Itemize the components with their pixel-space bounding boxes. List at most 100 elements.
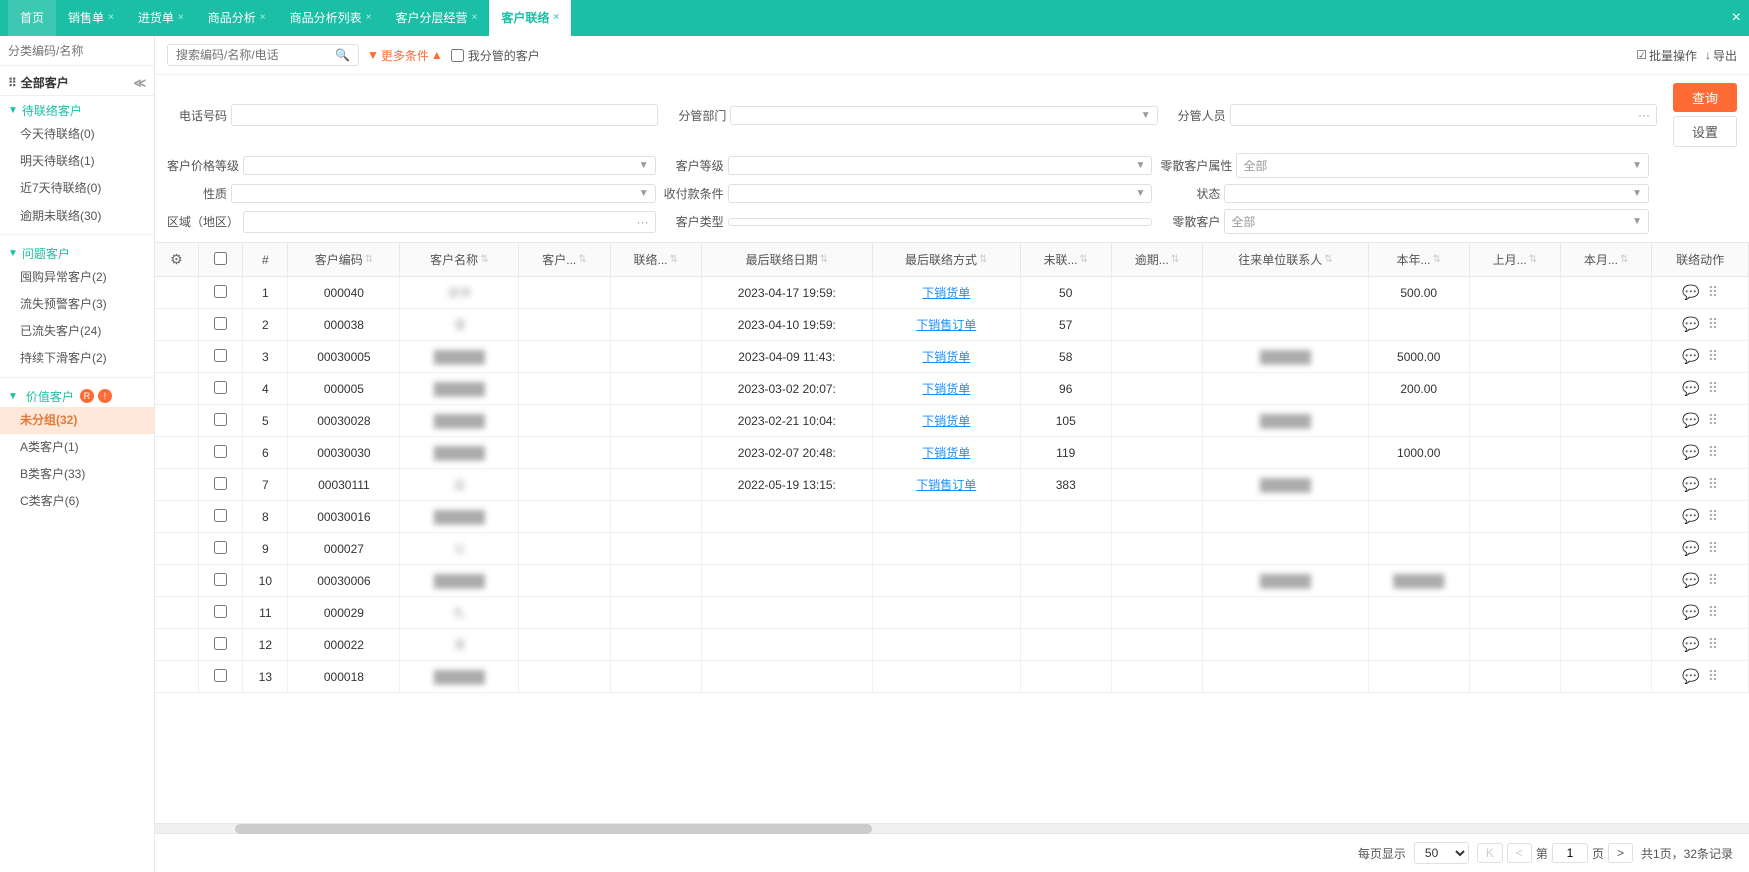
nav-purchase[interactable]: 进货单 ×	[126, 0, 196, 36]
filter-customer-level-select[interactable]: ▼	[728, 156, 1153, 175]
col-this-year[interactable]: 本年...⇅	[1368, 243, 1469, 277]
row-checkbox[interactable]	[214, 509, 227, 522]
batch-ops-button[interactable]: ☑ 批量操作	[1636, 47, 1697, 64]
nav-customer-segment[interactable]: 客户分层经营 ×	[383, 0, 489, 36]
chat-icon[interactable]: 💬	[1682, 380, 1699, 397]
nav-product-analysis-list[interactable]: 商品分析列表 ×	[278, 0, 384, 36]
sidebar-item-today-pending[interactable]: 今天待联络(0)	[0, 121, 154, 148]
sidebar-item-class-a[interactable]: A类客户(1)	[0, 434, 154, 461]
sidebar-section-pending[interactable]: ▼ 待联络客户	[0, 96, 154, 121]
nav-home[interactable]: 首页	[8, 0, 56, 36]
row-checkbox[interactable]	[214, 317, 227, 330]
filter-payment-select[interactable]: ▼	[728, 184, 1153, 203]
filter-retail-attr-select[interactable]: 全部 ▼	[1236, 153, 1649, 178]
next-page-button[interactable]: >	[1608, 843, 1633, 863]
select-all-checkbox[interactable]	[214, 252, 227, 265]
grid-action-icon[interactable]: ⠿	[1708, 444, 1718, 461]
filter-price-level-select[interactable]: ▼	[243, 156, 656, 175]
row-checkbox[interactable]	[214, 669, 227, 682]
col-overdue[interactable]: 逾期...⇅	[1111, 243, 1202, 277]
filter-region-select[interactable]: ···	[243, 211, 656, 233]
nav-sales[interactable]: 销售单 ×	[56, 0, 126, 36]
grid-action-icon[interactable]: ⠿	[1708, 412, 1718, 429]
col-last-contact-date[interactable]: 最后联络日期⇅	[701, 243, 872, 277]
row-checkbox[interactable]	[214, 413, 227, 426]
page-size-select[interactable]: 50 100	[1414, 842, 1469, 864]
chat-icon[interactable]: 💬	[1682, 540, 1699, 557]
sidebar-item-overdue-pending[interactable]: 逾期未联络(30)	[0, 203, 154, 230]
col-code[interactable]: 客户编码⇅	[288, 243, 400, 277]
prev-page-button[interactable]: <	[1507, 843, 1532, 863]
chat-icon[interactable]: 💬	[1682, 316, 1699, 333]
filter-retail-customer-select[interactable]: 全部 ▼	[1224, 209, 1649, 234]
table-scroll-bar[interactable]	[155, 823, 1749, 833]
chat-icon[interactable]: 💬	[1682, 284, 1699, 301]
main-search-input[interactable]	[176, 48, 331, 62]
chat-icon[interactable]: 💬	[1682, 668, 1699, 685]
sidebar-item-7days-pending[interactable]: 近7天待联络(0)	[0, 175, 154, 202]
col-this-month[interactable]: 本月...⇅	[1561, 243, 1652, 277]
grid-action-icon[interactable]: ⠿	[1708, 540, 1718, 557]
my-customers-checkbox[interactable]	[451, 49, 464, 62]
grid-action-icon[interactable]: ⠿	[1708, 572, 1718, 589]
col-last-month[interactable]: 上月...⇅	[1469, 243, 1560, 277]
contact-method-link[interactable]: 下销货单	[922, 414, 970, 428]
first-page-button[interactable]: K	[1477, 843, 1503, 863]
grid-action-icon[interactable]: ⠿	[1708, 348, 1718, 365]
chat-icon[interactable]: 💬	[1682, 444, 1699, 461]
sidebar-item-class-c[interactable]: C类客户(6)	[0, 488, 154, 515]
page-number-input[interactable]	[1552, 843, 1588, 863]
reset-button[interactable]: 设置	[1673, 116, 1737, 147]
contact-method-link[interactable]: 下销货单	[922, 350, 970, 364]
chat-icon[interactable]: 💬	[1682, 476, 1699, 493]
sidebar-section-value[interactable]: ▼ 价值客户 R !	[0, 382, 154, 407]
more-icon-1[interactable]: ···	[1638, 108, 1650, 122]
nav-purchase-close[interactable]: ×	[178, 0, 184, 36]
contact-method-link[interactable]: 下销售订单	[916, 318, 976, 332]
contact-method-link[interactable]: 下销货单	[922, 382, 970, 396]
col-name[interactable]: 客户名称⇅	[400, 243, 519, 277]
row-checkbox[interactable]	[214, 349, 227, 362]
sidebar-collapse-icon[interactable]: ≪	[133, 76, 146, 90]
nav-customer-contact-close[interactable]: ×	[553, 0, 559, 36]
sidebar-item-declining[interactable]: 持续下滑客户(2)	[0, 345, 154, 372]
sidebar-item-tomorrow-pending[interactable]: 明天待联络(1)	[0, 148, 154, 175]
chat-icon[interactable]: 💬	[1682, 412, 1699, 429]
sidebar-item-churn-warning[interactable]: 流失预警客户(3)	[0, 291, 154, 318]
more-conditions-button[interactable]: ▼ 更多条件 ▲	[367, 47, 443, 64]
nav-customer-segment-close[interactable]: ×	[471, 0, 477, 36]
nav-product-analysis-list-close[interactable]: ×	[366, 0, 372, 36]
row-checkbox[interactable]	[214, 477, 227, 490]
nav-product-analysis-close[interactable]: ×	[260, 0, 266, 36]
row-checkbox[interactable]	[214, 541, 227, 554]
chat-icon[interactable]: 💬	[1682, 636, 1699, 653]
filter-customer-type-select[interactable]	[728, 218, 1153, 226]
sidebar-search-input[interactable]	[8, 44, 155, 58]
sidebar-item-class-b[interactable]: B类客户(33)	[0, 461, 154, 488]
contact-method-link[interactable]: 下销售订单	[916, 478, 976, 492]
row-checkbox[interactable]	[214, 381, 227, 394]
more-icon-2[interactable]: ···	[637, 215, 649, 229]
nav-sales-close[interactable]: ×	[108, 0, 114, 36]
sidebar-all-customers[interactable]: ⠿ 全部客户 ≪	[0, 66, 154, 96]
grid-action-icon[interactable]: ⠿	[1708, 380, 1718, 397]
query-button[interactable]: 查询	[1673, 83, 1737, 112]
row-checkbox[interactable]	[214, 285, 227, 298]
row-checkbox[interactable]	[214, 637, 227, 650]
filter-status-select[interactable]: ▼	[1224, 184, 1649, 203]
sidebar-section-problem[interactable]: ▼ 问题客户	[0, 239, 154, 264]
chat-icon[interactable]: 💬	[1682, 348, 1699, 365]
row-checkbox[interactable]	[214, 573, 227, 586]
chat-icon[interactable]: 💬	[1682, 572, 1699, 589]
col-last-contact-method[interactable]: 最后联络方式⇅	[872, 243, 1020, 277]
sidebar-item-unclassified[interactable]: 未分组(32)	[0, 407, 154, 434]
col-type[interactable]: 客户...⇅	[519, 243, 610, 277]
col-contact[interactable]: 联络...⇅	[610, 243, 701, 277]
table-scroll-thumb[interactable]	[235, 824, 873, 834]
grid-action-icon[interactable]: ⠿	[1708, 476, 1718, 493]
nav-product-analysis[interactable]: 商品分析 ×	[196, 0, 278, 36]
grid-action-icon[interactable]: ⠿	[1708, 508, 1718, 525]
nav-customer-contact[interactable]: 客户联络 ×	[489, 0, 571, 36]
grid-action-icon[interactable]: ⠿	[1708, 668, 1718, 685]
chat-icon[interactable]: 💬	[1682, 604, 1699, 621]
